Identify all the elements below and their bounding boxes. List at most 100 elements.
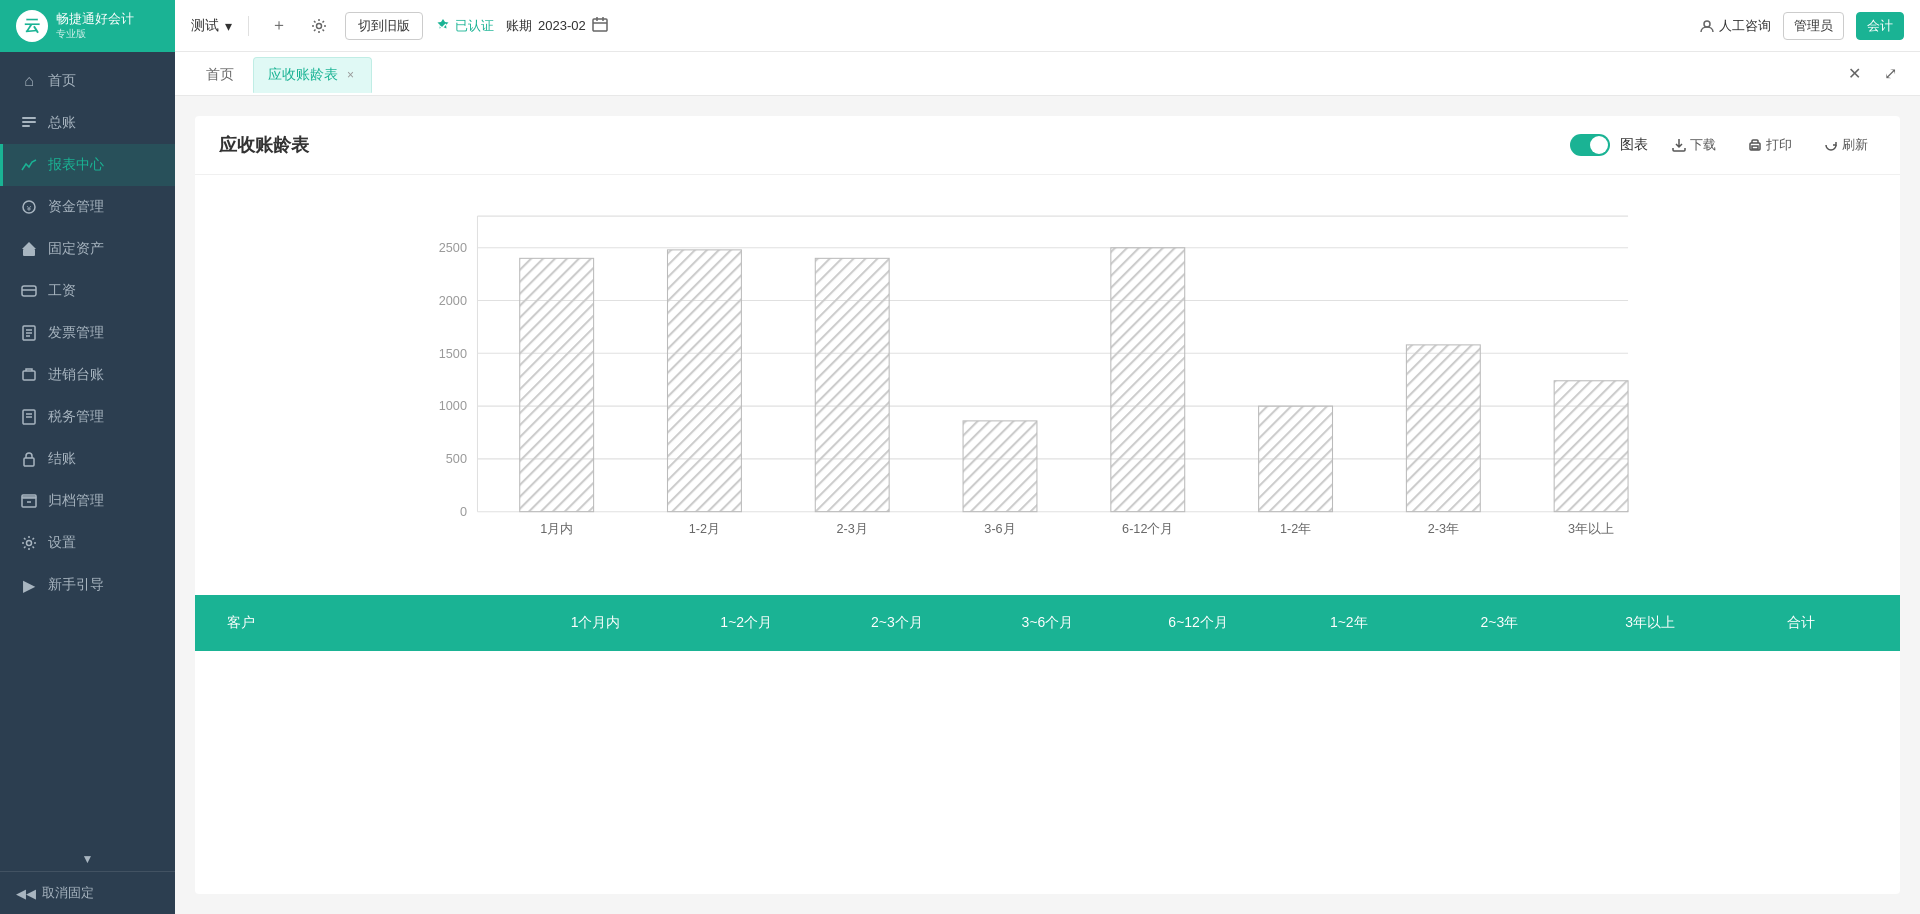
- svg-rect-13: [23, 371, 35, 380]
- sidebar-item-guide[interactable]: ▶ 新手引导: [0, 564, 175, 606]
- topbar: 测试 ▾ ＋ 切到旧版 已认证 账期 2023-02: [175, 0, 1920, 52]
- calendar-icon[interactable]: [592, 16, 608, 35]
- add-button[interactable]: ＋: [265, 12, 293, 40]
- sidebar-item-ledger[interactable]: 总账: [0, 102, 175, 144]
- table-header-1m: 1个月内: [520, 598, 671, 648]
- sidebar-item-inventory[interactable]: 进销台账: [0, 354, 175, 396]
- sidebar-item-invoice[interactable]: 发票管理: [0, 312, 175, 354]
- sidebar: 云 畅捷通好会计 专业版 ⌂ 首页 总账: [0, 0, 175, 914]
- table-header-2-3y: 2~3年: [1424, 598, 1575, 648]
- svg-text:1月内: 1月内: [540, 522, 573, 536]
- svg-text:2500: 2500: [439, 241, 467, 255]
- sidebar-item-assets[interactable]: 固定资产: [0, 228, 175, 270]
- svg-rect-53: [1111, 248, 1185, 512]
- sidebar-item-home[interactable]: ⌂ 首页: [0, 60, 175, 102]
- svg-text:3-6月: 3-6月: [984, 522, 1015, 536]
- app-name-block: 畅捷通好会计 专业版: [56, 11, 134, 42]
- app-name: 畅捷通好会计: [56, 11, 134, 28]
- tabs-right-buttons: ✕ ⤢: [1840, 60, 1904, 88]
- accountant-button[interactable]: 会计: [1856, 12, 1904, 40]
- table-header-6-12m: 6~12个月: [1123, 598, 1274, 648]
- svg-text:0: 0: [460, 505, 467, 519]
- sidebar-scroll-down[interactable]: ▼: [82, 852, 94, 866]
- certified-badge: 已认证: [435, 17, 494, 35]
- sidebar-item-reports[interactable]: 报表中心: [0, 144, 175, 186]
- consult-button[interactable]: 人工咨询: [1699, 17, 1771, 35]
- period-value: 2023-02: [538, 18, 586, 33]
- tax-icon: [20, 408, 38, 426]
- sidebar-item-label: 进销台账: [48, 366, 104, 384]
- svg-text:1500: 1500: [439, 347, 467, 361]
- svg-rect-49: [815, 258, 889, 511]
- home-icon: ⌂: [20, 72, 38, 90]
- refresh-label: 刷新: [1842, 136, 1868, 154]
- ledger-icon: [20, 114, 38, 132]
- tab-home-label: 首页: [206, 66, 234, 84]
- svg-rect-57: [1406, 345, 1480, 512]
- archive-icon: [20, 492, 38, 510]
- reports-icon: [20, 156, 38, 174]
- app-logo-icon: 云: [16, 10, 48, 42]
- table-header-total: 合计: [1725, 598, 1876, 648]
- invoice-icon: [20, 324, 38, 342]
- report-title: 应收账龄表: [219, 133, 309, 157]
- app-edition: 专业版: [56, 27, 134, 41]
- chevron-down-icon: ▾: [225, 18, 232, 34]
- chart-toggle-label: 图表: [1620, 136, 1648, 154]
- table-header-1-2y: 1~2年: [1273, 598, 1424, 648]
- tab-close-button[interactable]: ×: [344, 67, 357, 83]
- topbar-divider-1: [248, 16, 249, 36]
- report-header: 应收账龄表 图表 下载: [195, 116, 1900, 175]
- sidebar-item-salary[interactable]: 工资: [0, 270, 175, 312]
- svg-rect-1: [22, 121, 36, 123]
- cancel-fixed-button[interactable]: ◀◀ 取消固定: [16, 884, 159, 902]
- svg-rect-2: [22, 125, 30, 127]
- toggle-track[interactable]: [1570, 134, 1610, 156]
- topbar-right: 人工咨询 管理员 会计: [1699, 12, 1904, 40]
- manager-button[interactable]: 管理员: [1783, 12, 1844, 40]
- sidebar-item-label: 设置: [48, 534, 76, 552]
- settings-button[interactable]: [305, 12, 333, 40]
- close-window-button[interactable]: ✕: [1840, 60, 1868, 88]
- table-header-customer: 客户: [219, 598, 520, 648]
- chart-toggle[interactable]: 图表: [1570, 134, 1648, 156]
- sidebar-item-label: 资金管理: [48, 198, 104, 216]
- download-button[interactable]: 下载: [1664, 132, 1724, 158]
- salary-icon: [20, 282, 38, 300]
- svg-rect-55: [1259, 406, 1333, 512]
- fund-icon: ¥: [20, 198, 38, 216]
- sidebar-item-tax[interactable]: 税务管理: [0, 396, 175, 438]
- sidebar-item-fund[interactable]: ¥ 资金管理: [0, 186, 175, 228]
- certified-label: 已认证: [455, 17, 494, 35]
- print-button[interactable]: 打印: [1740, 132, 1800, 158]
- sidebar-item-archive[interactable]: 归档管理: [0, 480, 175, 522]
- refresh-button[interactable]: 刷新: [1816, 132, 1876, 158]
- svg-text:1-2月: 1-2月: [689, 522, 720, 536]
- tab-home[interactable]: 首页: [191, 57, 249, 92]
- fullscreen-button[interactable]: ⤢: [1876, 60, 1904, 88]
- assets-icon: [20, 240, 38, 258]
- sidebar-item-closing[interactable]: 结账: [0, 438, 175, 480]
- sidebar-item-label: 报表中心: [48, 156, 104, 174]
- company-selector[interactable]: 测试 ▾: [191, 17, 232, 35]
- sidebar-bottom: ◀◀ 取消固定: [0, 871, 175, 914]
- sidebar-item-settings[interactable]: 设置: [0, 522, 175, 564]
- svg-text:2-3月: 2-3月: [837, 522, 868, 536]
- svg-rect-45: [520, 258, 594, 511]
- svg-rect-7: [22, 286, 36, 296]
- report-actions: 图表 下载: [1570, 132, 1876, 158]
- svg-rect-47: [668, 250, 742, 512]
- sidebar-item-label: 工资: [48, 282, 76, 300]
- table-header: 客户 1个月内 1~2个月 2~3个月 3~6个月 6~12个月 1~2年 2~…: [195, 595, 1900, 651]
- tab-active-label: 应收账龄表: [268, 66, 338, 84]
- period-label: 账期: [506, 17, 532, 35]
- tab-accounts-aging[interactable]: 应收账龄表 ×: [253, 57, 372, 93]
- sidebar-item-label: 固定资产: [48, 240, 104, 258]
- closing-icon: [20, 450, 38, 468]
- switch-version-button[interactable]: 切到旧版: [345, 12, 423, 40]
- tabs-bar: 首页 应收账龄表 × ✕ ⤢: [175, 52, 1920, 96]
- svg-rect-5: [23, 249, 35, 256]
- svg-point-22: [317, 23, 322, 28]
- sidebar-item-label: 归档管理: [48, 492, 104, 510]
- gear-icon: [20, 534, 38, 552]
